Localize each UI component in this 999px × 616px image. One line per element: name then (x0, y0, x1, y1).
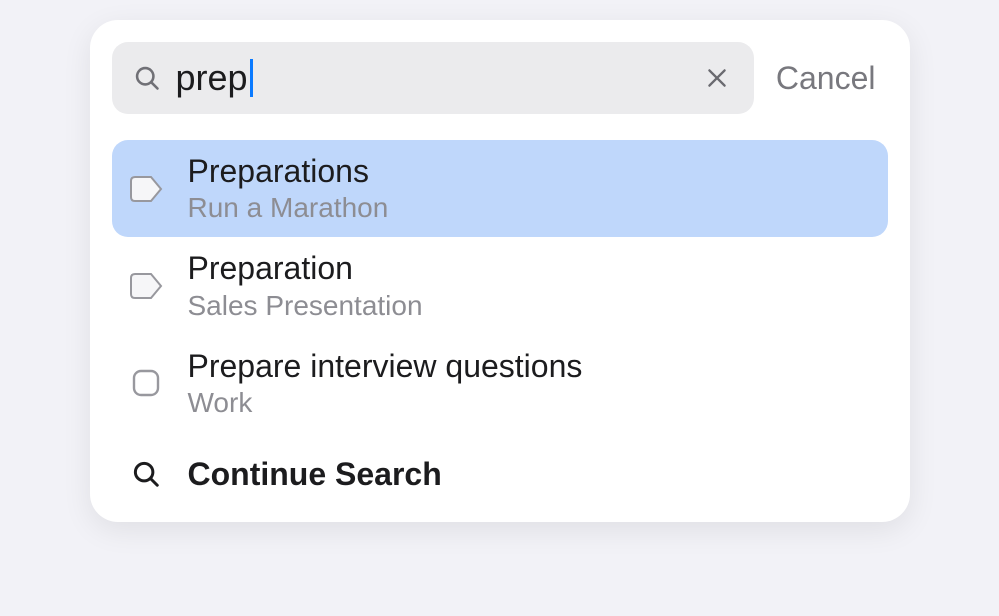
checkbox-icon (126, 363, 166, 403)
search-result-item[interactable]: Preparation Sales Presentation (112, 237, 888, 334)
cancel-button[interactable]: Cancel (776, 60, 888, 97)
result-text: Preparation Sales Presentation (188, 249, 423, 322)
result-subtitle: Work (188, 385, 583, 420)
search-field[interactable]: prep (112, 42, 754, 114)
continue-search-label: Continue Search (188, 456, 442, 493)
tag-icon (126, 266, 166, 306)
clear-icon[interactable] (700, 61, 734, 95)
result-subtitle: Run a Marathon (188, 190, 389, 225)
text-cursor (250, 59, 253, 97)
search-input[interactable]: prep (176, 57, 700, 99)
search-panel: prep Cancel Preparations Run a Marathon (90, 20, 910, 522)
result-subtitle: Sales Presentation (188, 288, 423, 323)
result-title: Preparation (188, 249, 423, 287)
tag-icon (126, 169, 166, 209)
result-text: Prepare interview questions Work (188, 347, 583, 420)
search-result-item[interactable]: Preparations Run a Marathon (112, 140, 888, 237)
search-results: Preparations Run a Marathon Preparation … (112, 140, 888, 512)
search-header: prep Cancel (112, 42, 888, 114)
search-result-item[interactable]: Prepare interview questions Work (112, 335, 888, 432)
search-query-text: prep (176, 57, 248, 99)
continue-search-button[interactable]: Continue Search (112, 432, 888, 512)
result-title: Prepare interview questions (188, 347, 583, 385)
search-icon (126, 454, 166, 494)
result-text: Preparations Run a Marathon (188, 152, 389, 225)
result-title: Preparations (188, 152, 389, 190)
search-icon (132, 63, 162, 93)
